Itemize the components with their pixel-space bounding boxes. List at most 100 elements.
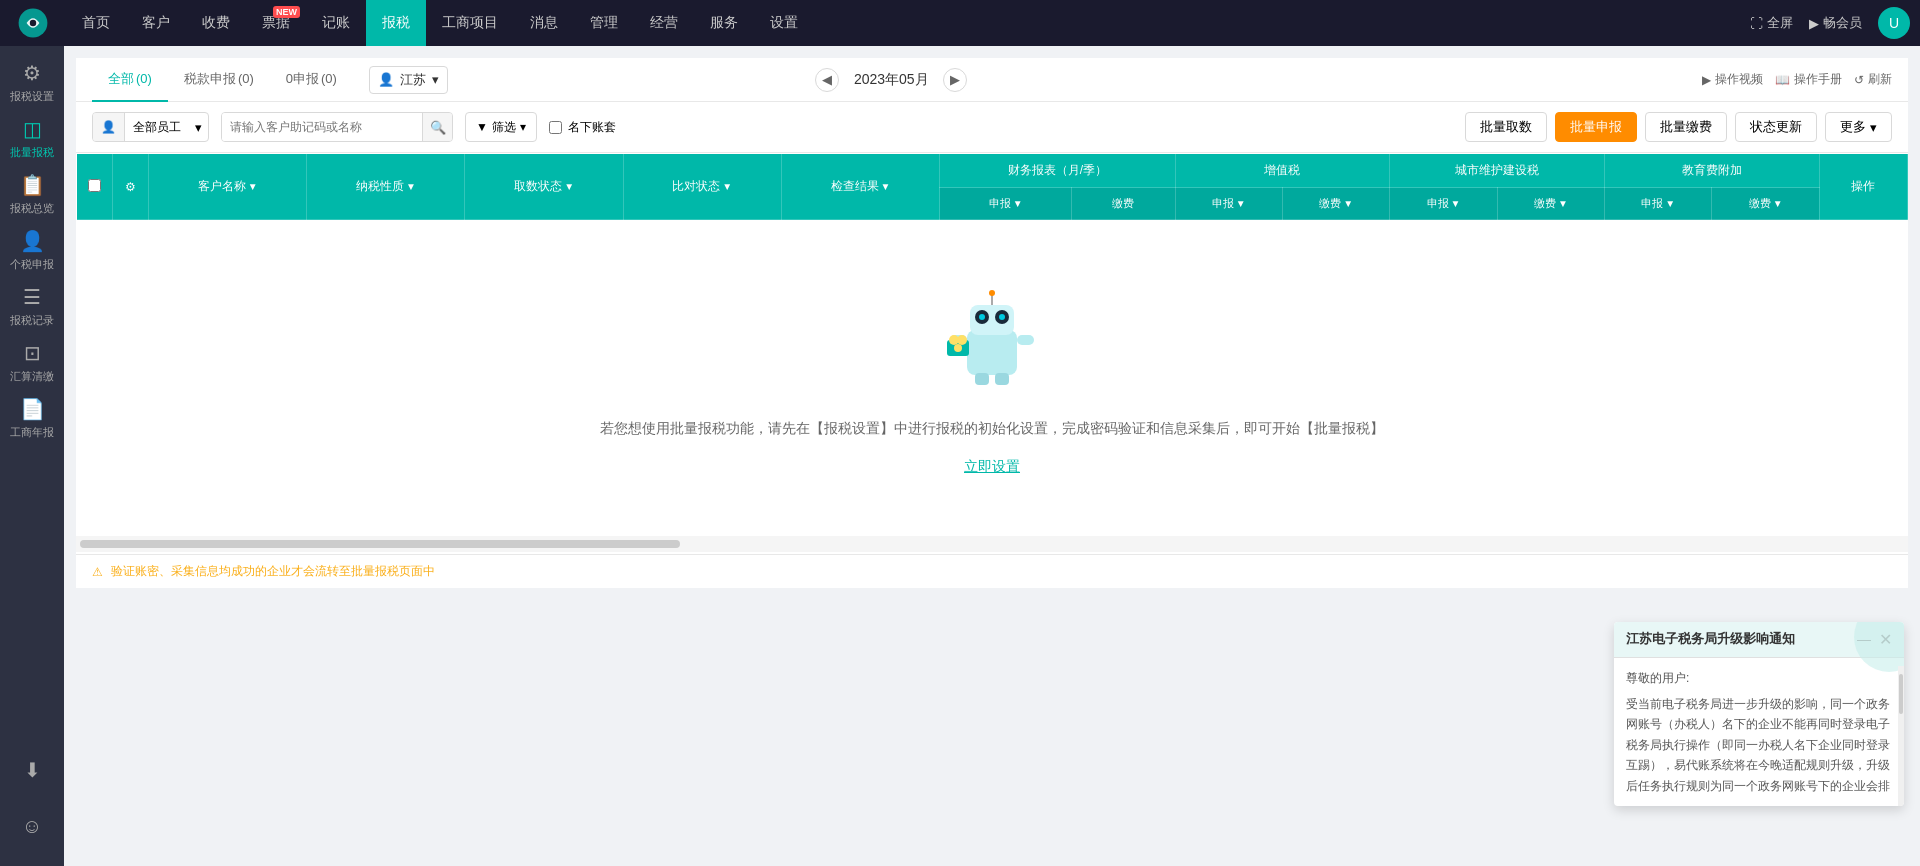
search-box: 🔍 xyxy=(221,112,453,142)
nav-services[interactable]: 服务 xyxy=(694,0,754,46)
th-edu-fee: 缴费 ▼ xyxy=(1712,188,1819,220)
tax-summary-icon: 📋 xyxy=(20,173,45,197)
sort-icon: ▼ xyxy=(564,181,574,192)
sidebar-item-user[interactable]: ☺ xyxy=(0,798,64,854)
operation-video-button[interactable]: ▶ 操作视频 xyxy=(1702,71,1763,88)
th-check-result: 检查结果 ▼ xyxy=(781,154,939,220)
filter-button[interactable]: ▼ 筛选 ▾ xyxy=(465,112,537,142)
sidebar-item-tax-records[interactable]: ☰ 报税记录 xyxy=(0,278,64,334)
nav-accounting[interactable]: 记账 xyxy=(306,0,366,46)
sort-icon: ▼ xyxy=(1773,198,1783,209)
notification-minimize[interactable]: — xyxy=(1857,631,1871,647)
search-icon: 🔍 xyxy=(430,120,446,135)
notification-content: 受当前电子税务局进一步升级的影响，同一个政务网账号（办税人）名下的企业不能再同时… xyxy=(1626,694,1892,796)
sidebar-item-tax-settings[interactable]: ⚙ 报税设置 xyxy=(0,54,64,110)
personal-tax-icon: 👤 xyxy=(20,229,45,253)
sort-icon: ▼ xyxy=(881,181,891,192)
th-city-declare: 申报 ▼ xyxy=(1390,188,1497,220)
operation-manual-button[interactable]: 📖 操作手册 xyxy=(1775,71,1842,88)
th-education: 教育费附加 xyxy=(1605,154,1820,188)
horizontal-scrollbar[interactable] xyxy=(76,536,1908,552)
more-button[interactable]: 更多 ▾ xyxy=(1825,112,1892,142)
sidebar-item-batch-tax[interactable]: ◫ 批量报税 xyxy=(0,110,64,166)
th-fetch-status: 取数状态 ▼ xyxy=(465,154,623,220)
th-city-fee: 缴费 ▼ xyxy=(1497,188,1604,220)
batch-declare-button[interactable]: 批量申报 xyxy=(1555,112,1637,142)
toolbar: 👤 全部员工 ▾ 🔍 ▼ 筛选 ▾ 名下账套 批量取数 批量申报 xyxy=(76,102,1908,153)
notification-greeting: 尊敬的用户: xyxy=(1626,668,1892,688)
tab-zero-declare[interactable]: 0申报 (0) xyxy=(270,58,353,102)
nav-home[interactable]: 首页 xyxy=(66,0,126,46)
search-button[interactable]: 🔍 xyxy=(422,113,452,141)
status-bar: ⚠ 验证账密、采集信息均成功的企业才会流转至批量报税页面中 xyxy=(76,554,1908,588)
tax-settings-icon: ⚙ xyxy=(23,61,41,85)
sidebar-item-tax-summary[interactable]: 📋 报税总览 xyxy=(0,166,64,222)
notification-header: 江苏电子税务局升级影响通知 — ✕ xyxy=(1614,622,1904,658)
nav-invoice[interactable]: 票据 NEW xyxy=(246,0,306,46)
notification-close-button[interactable]: ✕ xyxy=(1879,630,1892,649)
svg-point-15 xyxy=(957,335,967,345)
region-select[interactable]: 👤 江苏 ▾ xyxy=(369,66,448,94)
tab-action-buttons: ▶ 操作视频 📖 操作手册 ↺ 刷新 xyxy=(1702,71,1892,88)
nav-admin[interactable]: 管理 xyxy=(574,0,634,46)
svg-point-9 xyxy=(989,290,995,296)
batch-pay-button[interactable]: 批量缴费 xyxy=(1645,112,1727,142)
nav-customer[interactable]: 客户 xyxy=(126,0,186,46)
status-update-button[interactable]: 状态更新 xyxy=(1735,112,1817,142)
robot-illustration xyxy=(932,280,1052,400)
toolbar-right-buttons: 批量取数 批量申报 批量缴费 状态更新 更多 ▾ xyxy=(1465,112,1892,142)
tab-all[interactable]: 全部 (0) xyxy=(92,58,168,102)
sort-icon: ▼ xyxy=(1343,198,1353,209)
person-icon: 👤 xyxy=(378,72,394,87)
sidebar-item-download[interactable]: ⬇ xyxy=(0,742,64,798)
sort-icon: ▼ xyxy=(1013,198,1023,209)
scroll-thumb[interactable] xyxy=(80,540,680,548)
svg-rect-2 xyxy=(967,330,1017,375)
logo[interactable] xyxy=(10,0,56,46)
settlement-icon: ⊡ xyxy=(24,341,41,365)
batch-fetch-button[interactable]: 批量取数 xyxy=(1465,112,1547,142)
named-accounts-checkbox[interactable] xyxy=(549,121,562,134)
batch-tax-icon: ◫ xyxy=(23,117,42,141)
member-button[interactable]: ▶ 畅会员 xyxy=(1809,14,1862,32)
select-all-checkbox[interactable] xyxy=(88,179,101,192)
search-input[interactable] xyxy=(222,113,422,141)
warning-icon: ⚠ xyxy=(92,565,103,579)
employee-select-arrow[interactable]: ▾ xyxy=(189,113,208,141)
svg-point-6 xyxy=(979,314,985,320)
notification-title: 江苏电子税务局升级影响通知 xyxy=(1626,630,1795,648)
filter-icon: ▼ xyxy=(476,120,488,134)
next-month-button[interactable]: ▶ xyxy=(943,68,967,92)
nav-operations[interactable]: 经营 xyxy=(634,0,694,46)
checkbox-label[interactable]: 名下账套 xyxy=(549,119,616,136)
sidebar-bottom: ⬇ ☺ xyxy=(0,742,64,866)
refresh-button[interactable]: ↺ 刷新 xyxy=(1854,71,1892,88)
user-avatar[interactable]: U xyxy=(1878,7,1910,39)
tab-tax-declare[interactable]: 税款申报 (0) xyxy=(168,58,270,102)
nav-business[interactable]: 工商项目 xyxy=(426,0,514,46)
sidebar-item-settlement[interactable]: ⊡ 汇算清缴 xyxy=(0,334,64,390)
sidebar-item-annual-report[interactable]: 📄 工商年报 xyxy=(0,390,64,446)
nav-tax[interactable]: 报税 xyxy=(366,0,426,46)
employee-select[interactable]: 👤 全部员工 ▾ xyxy=(92,112,209,142)
chevron-down-icon: ▾ xyxy=(432,72,439,87)
th-edu-declare: 申报 ▼ xyxy=(1605,188,1712,220)
prev-month-button[interactable]: ◀ xyxy=(815,68,839,92)
sidebar-item-personal-tax[interactable]: 👤 个税申报 xyxy=(0,222,64,278)
sort-icon: ▼ xyxy=(1558,198,1568,209)
member-icon: ▶ xyxy=(1809,16,1819,31)
th-vat-declare: 申报 ▼ xyxy=(1175,188,1282,220)
nav-settings[interactable]: 设置 xyxy=(754,0,814,46)
more-arrow-icon: ▾ xyxy=(1870,120,1877,135)
nav-messages[interactable]: 消息 xyxy=(514,0,574,46)
download-icon: ⬇ xyxy=(24,758,41,782)
th-vat: 增值税 xyxy=(1175,154,1390,188)
fullscreen-button[interactable]: ⛶ 全屏 xyxy=(1750,14,1793,32)
tax-records-icon: ☰ xyxy=(23,285,41,309)
employee-icon: 👤 xyxy=(93,113,125,141)
setup-link[interactable]: 立即设置 xyxy=(964,458,1020,476)
sidebar: ⚙ 报税设置 ◫ 批量报税 📋 报税总览 👤 个税申报 ☰ 报税记录 ⊡ 汇算清… xyxy=(0,46,64,866)
nav-right-actions: ⛶ 全屏 ▶ 畅会员 U xyxy=(1750,7,1910,39)
notification-panel: 江苏电子税务局升级影响通知 — ✕ 尊敬的用户: 受当前电子税务局进一步升级的影… xyxy=(1614,622,1904,806)
nav-billing[interactable]: 收费 xyxy=(186,0,246,46)
